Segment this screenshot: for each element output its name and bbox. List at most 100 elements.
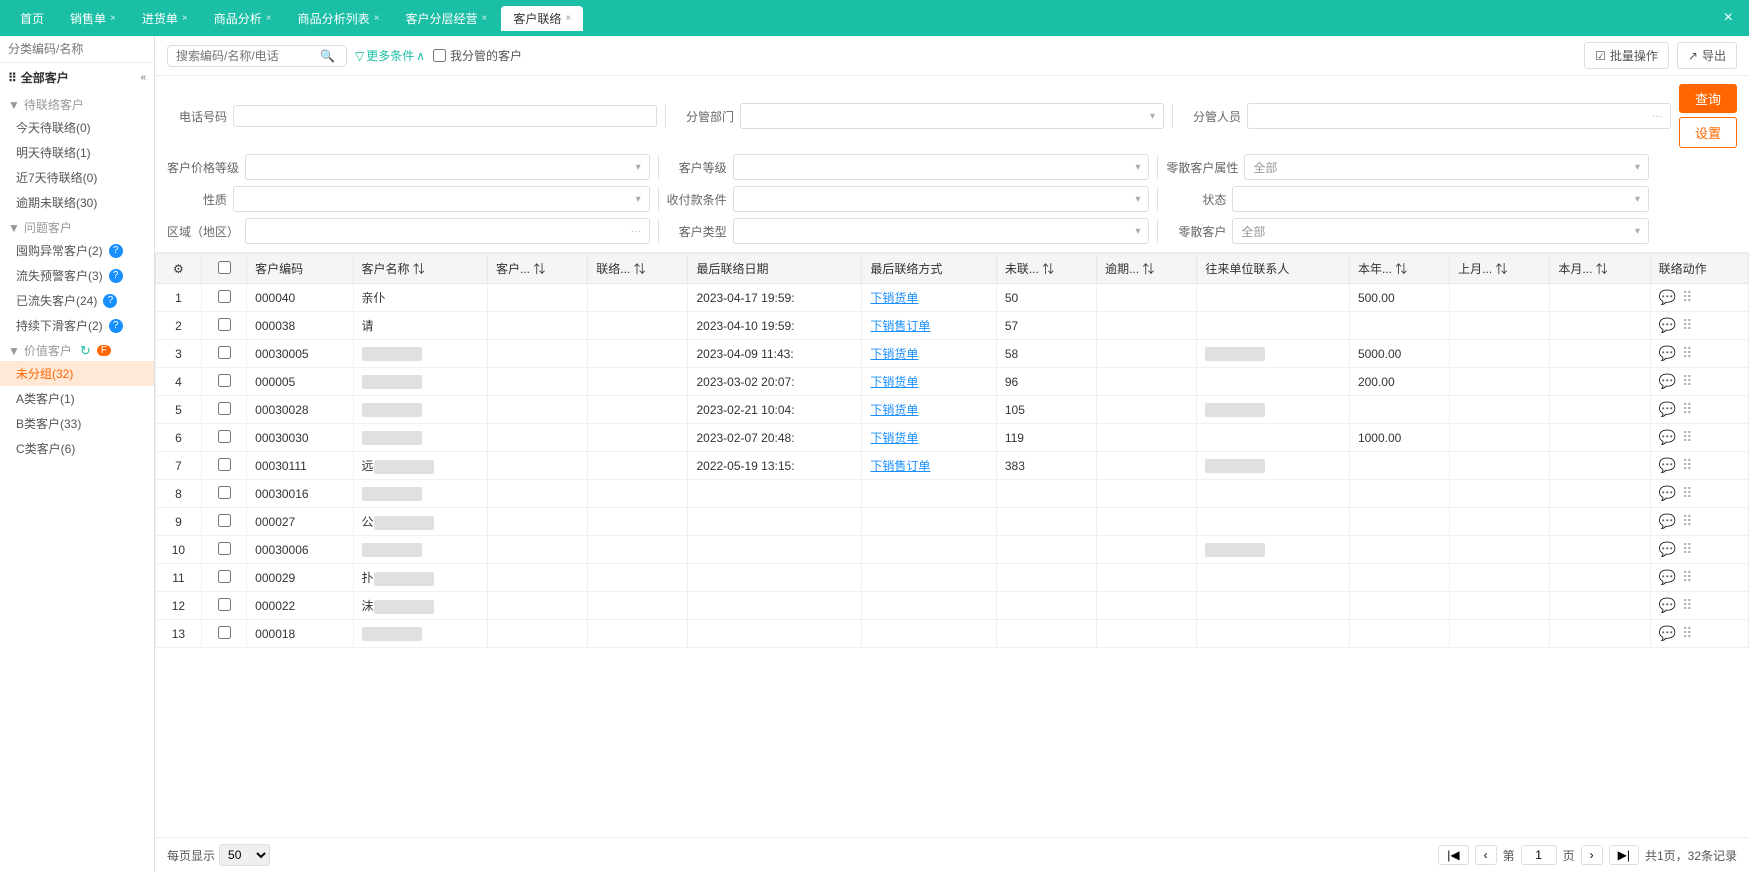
grid-action-icon[interactable]: ⠿	[1682, 373, 1692, 390]
nav-customer-contact[interactable]: 客户联络 ×	[501, 6, 583, 31]
cell-checkbox[interactable]	[201, 284, 246, 312]
row-checkbox[interactable]	[218, 290, 231, 303]
last-page-button[interactable]: ▶|	[1609, 845, 1639, 865]
nav-purchase-close[interactable]: ×	[182, 13, 188, 24]
grid-action-icon[interactable]: ⠿	[1682, 345, 1692, 362]
nav-product-analysis-close[interactable]: ×	[266, 13, 272, 24]
chat-icon[interactable]: 💬	[1659, 429, 1676, 446]
chat-icon[interactable]: 💬	[1659, 597, 1676, 614]
cell-checkbox[interactable]	[201, 396, 246, 424]
chat-icon[interactable]: 💬	[1659, 289, 1676, 306]
customer-type-select[interactable]: ▾	[733, 218, 1150, 244]
refresh-icon[interactable]: ↻	[80, 343, 91, 359]
nav-purchase[interactable]: 进货单 ×	[130, 6, 200, 31]
cell-checkbox[interactable]	[201, 592, 246, 620]
status-select[interactable]: ▾	[1232, 186, 1649, 212]
cell-checkbox[interactable]	[201, 340, 246, 368]
grid-action-icon[interactable]: ⠿	[1682, 457, 1692, 474]
nav-product-list-close[interactable]: ×	[374, 13, 380, 24]
grid-action-icon[interactable]: ⠿	[1682, 597, 1692, 614]
sidebar-item-c-class[interactable]: C类客户(6)	[0, 436, 154, 461]
nav-product-analysis[interactable]: 商品分析 ×	[202, 6, 284, 31]
row-checkbox[interactable]	[218, 346, 231, 359]
problem-customers-group[interactable]: ▼ 问题客户	[0, 215, 154, 238]
grid-action-icon[interactable]: ⠿	[1682, 625, 1692, 642]
last-method-link[interactable]: 下销货单	[870, 375, 918, 389]
cell-checkbox[interactable]	[201, 312, 246, 340]
chat-icon[interactable]: 💬	[1659, 513, 1676, 530]
cell-checkbox[interactable]	[201, 508, 246, 536]
grid-action-icon[interactable]: ⠿	[1682, 429, 1692, 446]
row-checkbox[interactable]	[218, 626, 231, 639]
region-select[interactable]: ···	[245, 218, 650, 244]
select-all-checkbox[interactable]	[218, 261, 231, 274]
cell-checkbox[interactable]	[201, 368, 246, 396]
page-number-input[interactable]	[1521, 845, 1557, 865]
grid-action-icon[interactable]: ⠿	[1682, 289, 1692, 306]
next-page-button[interactable]: ›	[1581, 845, 1603, 865]
row-checkbox[interactable]	[218, 514, 231, 527]
grid-action-icon[interactable]: ⠿	[1682, 485, 1692, 502]
last-method-link[interactable]: 下销货单	[870, 403, 918, 417]
cell-checkbox[interactable]	[201, 480, 246, 508]
window-close-button[interactable]: ×	[1716, 9, 1741, 27]
first-page-button[interactable]: |◀	[1438, 845, 1468, 865]
col-check[interactable]	[201, 254, 246, 284]
cell-checkbox[interactable]	[201, 564, 246, 592]
chat-icon[interactable]: 💬	[1659, 373, 1676, 390]
chat-icon[interactable]: 💬	[1659, 317, 1676, 334]
row-checkbox[interactable]	[218, 542, 231, 555]
retail-attr-select[interactable]: 全部 ▾	[1244, 154, 1649, 180]
sidebar-item-today[interactable]: 今天待联络(0)	[0, 115, 154, 140]
nav-sales[interactable]: 销售单 ×	[58, 6, 128, 31]
batch-op-button[interactable]: ☑ 批量操作	[1584, 42, 1669, 69]
prev-page-button[interactable]: ‹	[1475, 845, 1497, 865]
grid-action-icon[interactable]: ⠿	[1682, 569, 1692, 586]
my-customers-checkbox[interactable]	[433, 49, 446, 62]
nav-home[interactable]: 首页	[8, 6, 56, 31]
sidebar-item-a-class[interactable]: A类客户(1)	[0, 386, 154, 411]
sidebar-item-abnormal[interactable]: 囤购异常客户(2) ?	[0, 238, 154, 263]
more-conditions-button[interactable]: ▽ 更多条件 ∧	[355, 47, 425, 64]
person-select[interactable]: ···	[1247, 103, 1671, 129]
last-method-link[interactable]: 下销货单	[870, 347, 918, 361]
sidebar-item-declining[interactable]: 持续下滑客户(2) ?	[0, 313, 154, 338]
nav-product-analysis-list[interactable]: 商品分析列表 ×	[286, 6, 392, 31]
filter-search-icon[interactable]: 🔍	[320, 49, 335, 63]
row-checkbox[interactable]	[218, 486, 231, 499]
customer-level-select[interactable]: ▾	[733, 154, 1150, 180]
last-method-link[interactable]: 下销售订单	[870, 319, 930, 333]
sidebar-item-tomorrow[interactable]: 明天待联络(1)	[0, 140, 154, 165]
retail-select[interactable]: 全部 ▾	[1232, 218, 1649, 244]
nav-contact-close[interactable]: ×	[565, 13, 571, 24]
cell-checkbox[interactable]	[201, 536, 246, 564]
chat-icon[interactable]: 💬	[1659, 457, 1676, 474]
sidebar-item-churn-warning[interactable]: 流失预警客户(3) ?	[0, 263, 154, 288]
grid-action-icon[interactable]: ⠿	[1682, 317, 1692, 334]
sidebar-item-overdue[interactable]: 逾期未联络(30)	[0, 190, 154, 215]
row-checkbox[interactable]	[218, 430, 231, 443]
last-method-link[interactable]: 下销售订单	[870, 459, 930, 473]
cell-checkbox[interactable]	[201, 620, 246, 648]
nature-select[interactable]: ▾	[233, 186, 650, 212]
chat-icon[interactable]: 💬	[1659, 625, 1676, 642]
grid-action-icon[interactable]: ⠿	[1682, 401, 1692, 418]
dept-select[interactable]: ▾	[740, 103, 1164, 129]
nav-customer-segment[interactable]: 客户分层经营 ×	[393, 6, 499, 31]
cell-checkbox[interactable]	[201, 452, 246, 480]
price-level-select[interactable]: ▾	[245, 154, 650, 180]
row-checkbox[interactable]	[218, 374, 231, 387]
payment-select[interactable]: ▾	[733, 186, 1150, 212]
pending-contact-group[interactable]: ▼ 待联络客户	[0, 92, 154, 115]
sidebar-item-b-class[interactable]: B类客户(33)	[0, 411, 154, 436]
query-button[interactable]: 查询	[1679, 84, 1737, 113]
nav-segment-close[interactable]: ×	[481, 13, 487, 24]
sidebar-item-churned[interactable]: 已流失客户(24) ?	[0, 288, 154, 313]
row-checkbox[interactable]	[218, 598, 231, 611]
chat-icon[interactable]: 💬	[1659, 569, 1676, 586]
chat-icon[interactable]: 💬	[1659, 401, 1676, 418]
phone-input[interactable]	[233, 105, 657, 127]
all-customers-header[interactable]: ⠿ 全部客户 «	[0, 63, 154, 92]
col-gear[interactable]: ⚙	[156, 254, 202, 284]
row-checkbox[interactable]	[218, 458, 231, 471]
